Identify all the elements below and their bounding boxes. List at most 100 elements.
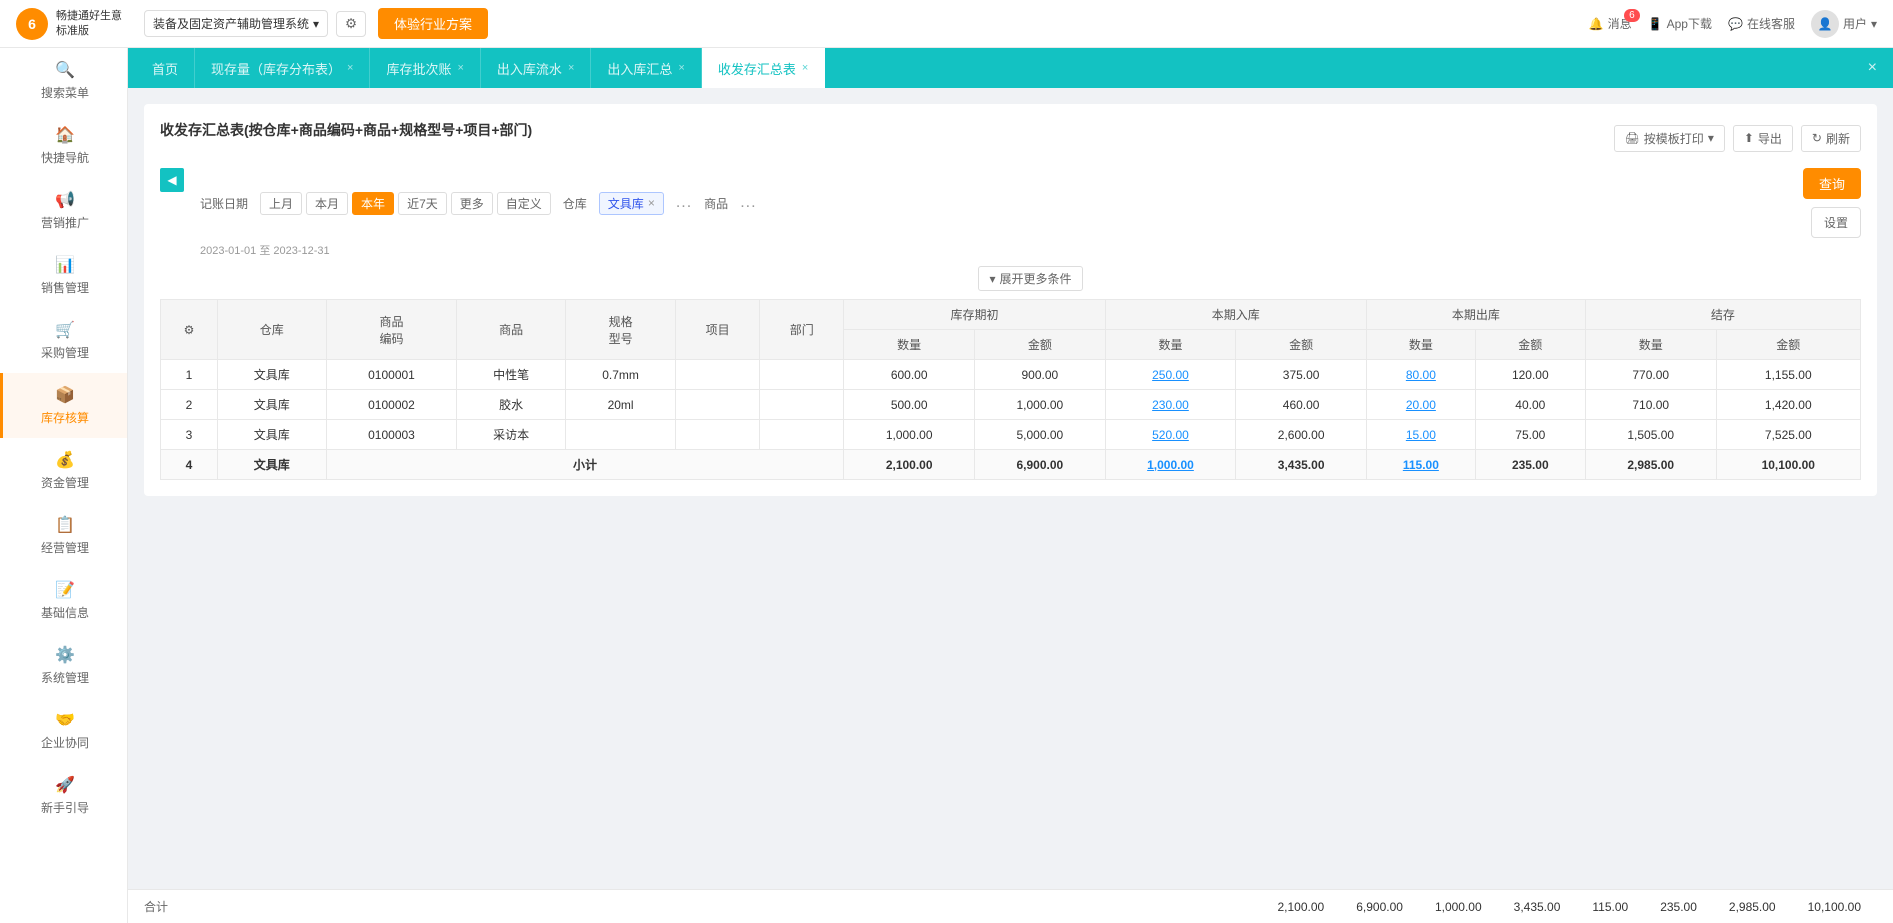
total-opening-qty: 2,100.00	[1262, 900, 1341, 914]
rocket-icon: 🚀	[55, 775, 75, 795]
table-row-closing-qty: 770.00	[1585, 360, 1716, 390]
tab-close-inventory-dist[interactable]: ×	[347, 62, 353, 74]
table-row-in-qty[interactable]: 230.00	[1105, 390, 1236, 420]
sidebar-item-marketing[interactable]: 📢 营销推广	[0, 178, 127, 243]
sidebar-item-system[interactable]: ⚙️ 系统管理	[0, 633, 127, 698]
date-filter: 上月 本月 本年 近7天 更多 自定义	[260, 192, 551, 215]
date-btn-7days[interactable]: 近7天	[398, 192, 447, 215]
collapse-arrow[interactable]: ◀	[160, 168, 184, 192]
table-row-out-qty[interactable]: 20.00	[1366, 390, 1475, 420]
content-area: 首页 现存量（库存分布表） × 库存批次账 × 出入库流水 × 出入库汇总 ×	[128, 48, 1893, 923]
top-bar: 6 畅捷通好生意 标准版 装备及固定资产辅助管理系统 ▾ ⚙ 体验行业方案 🔔 …	[0, 0, 1893, 48]
gear-button[interactable]: ⚙	[336, 11, 366, 37]
system-select[interactable]: 装备及固定资产辅助管理系统 ▾	[144, 10, 328, 37]
total-opening-amt: 6,900.00	[1340, 900, 1419, 914]
sidebar-item-inventory[interactable]: 📦 库存核算	[0, 373, 127, 438]
sidebar-item-guide[interactable]: 🚀 新手引导	[0, 763, 127, 828]
table-row-goods-name: 采访本	[457, 420, 566, 450]
warehouse-dots-btn[interactable]: ...	[676, 194, 692, 212]
refresh-btn[interactable]: ↻ 刷新	[1801, 125, 1861, 152]
table-row-department	[760, 390, 844, 420]
tab-recv-send-summary[interactable]: 收发存汇总表 ×	[702, 48, 825, 88]
tab-batch-account[interactable]: 库存批次账 ×	[370, 48, 480, 88]
table-row-closing-amt: 1,420.00	[1716, 390, 1860, 420]
sidebar-item-search[interactable]: 🔍 搜索菜单	[0, 48, 127, 113]
th-settings[interactable]: ⚙	[161, 300, 218, 360]
home-icon: 🏠	[55, 125, 75, 145]
tab-close-in-out-flow[interactable]: ×	[568, 62, 574, 74]
notification-item[interactable]: 🔔 消息 6	[1589, 15, 1632, 32]
chart-icon: 📊	[55, 255, 75, 275]
total-closing-qty: 2,985.00	[1713, 900, 1792, 914]
table-row-seq: 4	[161, 450, 218, 480]
total-out-amt: 235.00	[1644, 900, 1713, 914]
tab-close-batch-account[interactable]: ×	[457, 62, 463, 74]
trial-button[interactable]: 体验行业方案	[378, 8, 488, 39]
sidebar-item-quick-nav[interactable]: 🏠 快捷导航	[0, 113, 127, 178]
table-row-project	[676, 420, 760, 450]
tab-home[interactable]: 首页	[136, 48, 195, 88]
table-row-in-amt: 3,435.00	[1236, 450, 1367, 480]
table-row-project	[676, 390, 760, 420]
settings-button[interactable]: 设置	[1811, 207, 1861, 238]
tab-close-recv-send-summary[interactable]: ×	[802, 62, 808, 74]
page-title: 收发存汇总表(按仓库+商品编码+商品+规格型号+项目+部门)	[160, 120, 532, 140]
tab-close-in-out-summary[interactable]: ×	[678, 62, 684, 74]
th-period-in-group: 本期入库	[1105, 300, 1366, 330]
sidebar-item-operations[interactable]: 📋 经营管理	[0, 503, 127, 568]
table-row-in-qty[interactable]: 520.00	[1105, 420, 1236, 450]
sidebar-item-enterprise[interactable]: 🤝 企业协同	[0, 698, 127, 763]
tab-in-out-flow[interactable]: 出入库流水 ×	[481, 48, 591, 88]
page-content: 收发存汇总表(按仓库+商品编码+商品+规格型号+项目+部门) 🖨 按模板打印 ▾…	[128, 88, 1893, 889]
query-button[interactable]: 查询	[1803, 168, 1861, 199]
date-btn-last-month[interactable]: 上月	[260, 192, 302, 215]
app-download-item[interactable]: 📱 App下载	[1648, 15, 1712, 32]
expand-conditions-btn[interactable]: ▾ 展开更多条件	[978, 266, 1082, 291]
tab-inventory-dist[interactable]: 现存量（库存分布表） ×	[195, 48, 370, 88]
table-row-out-qty[interactable]: 80.00	[1366, 360, 1475, 390]
box-icon: 📦	[55, 385, 75, 405]
table-row-goods-spec	[566, 420, 676, 450]
print-template-btn[interactable]: 🖨 按模板打印 ▾	[1614, 125, 1725, 152]
date-btn-this-month[interactable]: 本月	[306, 192, 348, 215]
table-row-in-qty: 1,000.00	[1105, 450, 1236, 480]
table-row-opening-amt: 5,000.00	[975, 420, 1106, 450]
th-department: 部门	[760, 300, 844, 360]
th-in-qty: 数量	[1105, 330, 1236, 360]
date-btn-this-year[interactable]: 本年	[352, 192, 394, 215]
tab-in-out-summary[interactable]: 出入库汇总 ×	[591, 48, 701, 88]
goods-dots-btn[interactable]: ...	[740, 194, 756, 212]
warehouse-tag-close[interactable]: ×	[648, 196, 655, 210]
sidebar-item-purchase[interactable]: 🛒 采购管理	[0, 308, 127, 373]
tab-bar-close[interactable]: ×	[1860, 59, 1885, 77]
sidebar-item-basic-info[interactable]: 📝 基础信息	[0, 568, 127, 633]
total-label: 合计	[144, 898, 168, 915]
table-row-in-qty[interactable]: 250.00	[1105, 360, 1236, 390]
main-card: 收发存汇总表(按仓库+商品编码+商品+规格型号+项目+部门) 🖨 按模板打印 ▾…	[144, 104, 1877, 496]
export-btn[interactable]: ⬆ 导出	[1733, 125, 1793, 152]
date-btn-custom[interactable]: 自定义	[497, 192, 551, 215]
cart-icon: 🛒	[55, 320, 75, 340]
table-row-department	[760, 420, 844, 450]
clipboard-icon: 📋	[55, 515, 75, 535]
online-service-item[interactable]: 💬 在线客服	[1728, 15, 1795, 32]
search-icon: 🔍	[55, 60, 75, 80]
total-out-qty: 115.00	[1576, 900, 1644, 914]
table-row-out-amt: 40.00	[1475, 390, 1585, 420]
table-row-closing-amt: 7,525.00	[1716, 420, 1860, 450]
th-opening-amt: 金额	[975, 330, 1106, 360]
money-icon: 💰	[55, 450, 75, 470]
table-row-out-qty[interactable]: 15.00	[1366, 420, 1475, 450]
th-closing-qty: 数量	[1585, 330, 1716, 360]
sidebar-item-sales[interactable]: 📊 销售管理	[0, 243, 127, 308]
sidebar-item-finance[interactable]: 💰 资金管理	[0, 438, 127, 503]
chevron-down-icon-user: ▾	[1871, 17, 1877, 31]
megaphone-icon: 📢	[55, 190, 75, 210]
table-row-warehouse: 文具库	[217, 390, 326, 420]
date-range-text: 2023-01-01 至 2023-12-31	[200, 242, 1861, 258]
table-row-goods-code: 0100003	[326, 420, 457, 450]
table-row-out-amt: 235.00	[1475, 450, 1585, 480]
table-row-subtotal: 小计	[326, 450, 844, 480]
date-btn-more[interactable]: 更多	[451, 192, 493, 215]
user-item[interactable]: 👤 用户 ▾	[1811, 10, 1877, 38]
